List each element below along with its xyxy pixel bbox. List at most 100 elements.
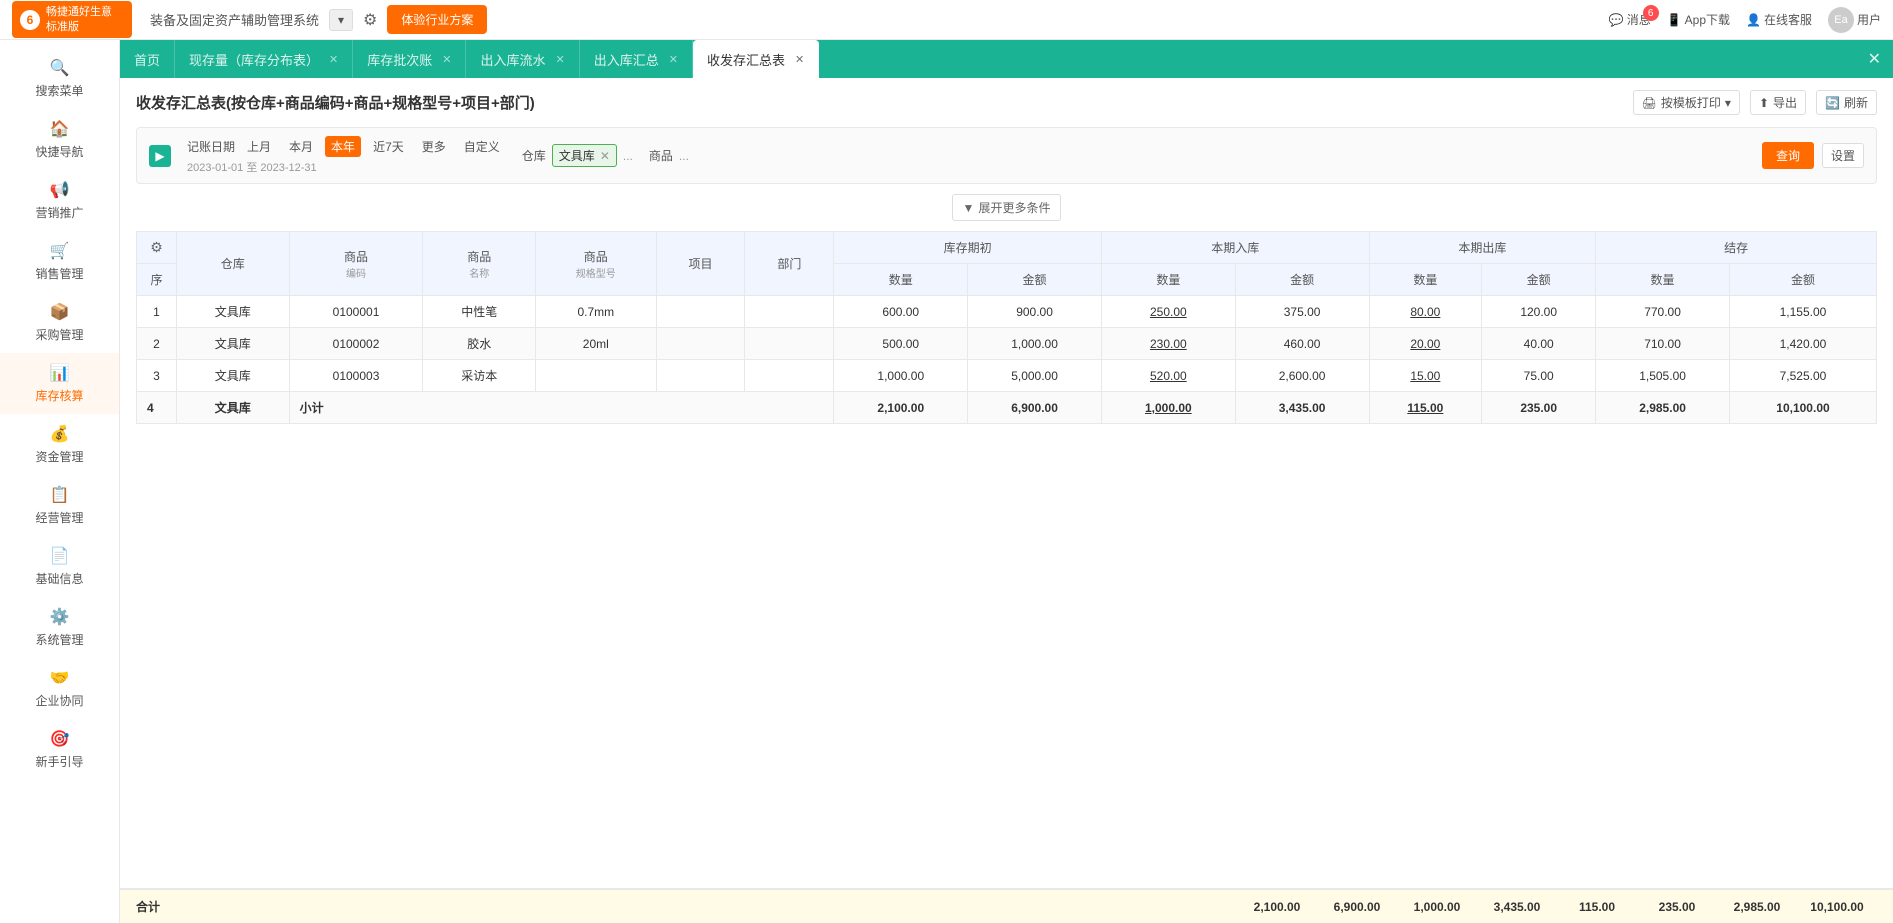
sidebar-item-business[interactable]: 📋 经营管理 bbox=[0, 475, 119, 536]
row1-out-qty[interactable]: 80.00 bbox=[1369, 296, 1482, 328]
sidebar-item-search[interactable]: 🔍 搜索菜单 bbox=[0, 48, 119, 109]
th-in-qty: 数量 bbox=[1101, 264, 1235, 296]
app-wrapper: 6 畅捷通好生意 标准版 装备及固定资产辅助管理系统 ▾ ⚙ 体验行业方案 💬 … bbox=[0, 0, 1893, 923]
row2-out-qty[interactable]: 20.00 bbox=[1369, 328, 1482, 360]
date-filter-label: 记账日期 bbox=[187, 138, 235, 155]
subtotal-out-amt: 235.00 bbox=[1482, 392, 1596, 424]
sidebar-item-newbie[interactable]: 🎯 新手引导 bbox=[0, 719, 119, 780]
total-out-amt: 235.00 bbox=[1637, 900, 1717, 914]
row2-out-amt: 40.00 bbox=[1482, 328, 1596, 360]
refresh-btn[interactable]: 🔄 刷新 bbox=[1816, 90, 1877, 115]
subtotal-out-qty[interactable]: 115.00 bbox=[1369, 392, 1482, 424]
total-opening-amt: 6,900.00 bbox=[1317, 900, 1397, 914]
th-out-amt: 金额 bbox=[1482, 264, 1596, 296]
sidebar: 🔍 搜索菜单 🏠 快捷导航 📢 营销推广 🛒 销售管理 📦 采购管理 📊 bbox=[0, 40, 120, 923]
row3-closing-qty: 1,505.00 bbox=[1596, 360, 1730, 392]
th-spec: 商品规格型号 bbox=[536, 232, 657, 296]
tab-close-summary-in-out[interactable]: ✕ bbox=[669, 53, 678, 66]
filter-settings-btn[interactable]: 设置 bbox=[1822, 143, 1864, 168]
main-area: 🔍 搜索菜单 🏠 快捷导航 📢 营销推广 🛒 销售管理 📦 采购管理 📊 bbox=[0, 40, 1893, 923]
tab-close-recv-send[interactable]: ✕ bbox=[795, 53, 804, 66]
sidebar-item-quick-nav[interactable]: 🏠 快捷导航 bbox=[0, 109, 119, 170]
row2-in-qty[interactable]: 230.00 bbox=[1101, 328, 1235, 360]
sidebar-item-purchase[interactable]: 📦 采购管理 bbox=[0, 292, 119, 353]
date-more-btn[interactable]: 更多 bbox=[416, 136, 452, 157]
tab-close-all-btn[interactable]: ✕ bbox=[1856, 49, 1893, 69]
subtotal-label: 小计 bbox=[289, 392, 834, 424]
print-btn[interactable]: 🖨 按模板打印 ▾ bbox=[1633, 90, 1740, 115]
page-header: 收发存汇总表(按仓库+商品编码+商品+规格型号+项目+部门) 🖨 按模板打印 ▾… bbox=[136, 90, 1877, 115]
sidebar-item-inventory[interactable]: 📊 库存核算 bbox=[0, 353, 119, 414]
user-menu-btn[interactable]: Ea 用户 bbox=[1828, 7, 1881, 33]
export-btn[interactable]: ⬆ 导出 bbox=[1750, 90, 1806, 115]
tab-summary-in-out[interactable]: 出入库汇总 ✕ bbox=[580, 40, 693, 78]
subtotal-in-amt: 3,435.00 bbox=[1235, 392, 1369, 424]
row3-in-qty[interactable]: 520.00 bbox=[1101, 360, 1235, 392]
search-icon: 🔍 bbox=[50, 58, 70, 78]
th-closing: 结存 bbox=[1596, 232, 1877, 264]
page-inner: 收发存汇总表(按仓库+商品编码+商品+规格型号+项目+部门) 🖨 按模板打印 ▾… bbox=[120, 78, 1893, 888]
query-btn[interactable]: 查询 bbox=[1762, 142, 1814, 169]
row2-code: 0100002 bbox=[289, 328, 423, 360]
tab-inventory-dist[interactable]: 现存量（库存分布表） ✕ bbox=[175, 40, 353, 78]
table-settings-icon[interactable]: ⚙ bbox=[150, 239, 163, 255]
row2-project bbox=[656, 328, 745, 360]
system-title: 装备及固定资产辅助管理系统 bbox=[150, 10, 319, 29]
user-avatar: Ea bbox=[1828, 7, 1854, 33]
date-this-year-btn[interactable]: 本年 bbox=[325, 136, 361, 157]
box-icon: 📦 bbox=[50, 302, 70, 322]
system-dropdown-btn[interactable]: ▾ bbox=[329, 9, 353, 31]
total-out-qty: 115.00 bbox=[1557, 900, 1637, 914]
sidebar-item-capital[interactable]: 💰 资金管理 bbox=[0, 414, 119, 475]
sidebar-item-enterprise[interactable]: 🤝 企业协同 bbox=[0, 658, 119, 719]
tab-close-inventory-dist[interactable]: ✕ bbox=[329, 53, 338, 66]
tab-flow[interactable]: 出入库流水 ✕ bbox=[466, 40, 579, 78]
target-icon: 🎯 bbox=[50, 729, 70, 749]
sidebar-item-system[interactable]: ⚙️ 系统管理 bbox=[0, 597, 119, 658]
warehouse-more-btn[interactable]: ... bbox=[623, 149, 633, 163]
row2-name: 胶水 bbox=[423, 328, 536, 360]
tab-batch[interactable]: 库存批次账 ✕ bbox=[353, 40, 466, 78]
subtotal-opening-amt: 6,900.00 bbox=[968, 392, 1102, 424]
expand-conditions-btn[interactable]: ▼ 展开更多条件 bbox=[952, 194, 1062, 221]
row3-warehouse: 文具库 bbox=[177, 360, 290, 392]
tab-home[interactable]: 首页 bbox=[120, 40, 175, 78]
th-opening: 库存期初 bbox=[834, 232, 1102, 264]
tab-close-batch[interactable]: ✕ bbox=[442, 53, 451, 66]
tab-close-flow[interactable]: ✕ bbox=[556, 53, 565, 66]
top-bar: 6 畅捷通好生意 标准版 装备及固定资产辅助管理系统 ▾ ⚙ 体验行业方案 💬 … bbox=[0, 0, 1893, 40]
th-dept: 部门 bbox=[745, 232, 834, 296]
row3-out-qty[interactable]: 15.00 bbox=[1369, 360, 1482, 392]
messages-btn[interactable]: 💬 消息 6 bbox=[1609, 11, 1651, 28]
row2-spec: 20ml bbox=[536, 328, 657, 360]
filter-toggle-btn[interactable]: ▶ bbox=[149, 145, 171, 167]
goods-filter-label: 商品 bbox=[649, 147, 673, 164]
settings-icon[interactable]: ⚙ bbox=[363, 10, 377, 30]
date-custom-btn[interactable]: 自定义 bbox=[458, 136, 506, 157]
warehouse-filter-group: 仓库 文具库 ✕ ... bbox=[522, 144, 633, 167]
row1-dept bbox=[745, 296, 834, 328]
sidebar-item-sales[interactable]: 🛒 销售管理 bbox=[0, 231, 119, 292]
warehouse-tag-close[interactable]: ✕ bbox=[600, 149, 610, 163]
row1-code: 0100001 bbox=[289, 296, 423, 328]
date-this-month-btn[interactable]: 本月 bbox=[283, 136, 319, 157]
filter-right-actions: 查询 设置 bbox=[1762, 142, 1864, 169]
th-num: 序 bbox=[137, 264, 177, 296]
sidebar-item-basic[interactable]: 📄 基础信息 bbox=[0, 536, 119, 597]
sidebar-item-marketing[interactable]: 📢 营销推广 bbox=[0, 170, 119, 231]
goods-more-btn[interactable]: ... bbox=[679, 149, 689, 163]
row1-name: 中性笔 bbox=[423, 296, 536, 328]
tab-recv-send-summary[interactable]: 收发存汇总表 ✕ bbox=[693, 40, 819, 78]
row3-opening-qty: 1,000.00 bbox=[834, 360, 968, 392]
row1-in-qty[interactable]: 250.00 bbox=[1101, 296, 1235, 328]
service-icon: 👤 bbox=[1746, 13, 1761, 27]
online-service-btn[interactable]: 👤 在线客服 bbox=[1746, 11, 1812, 28]
trial-btn[interactable]: 体验行业方案 bbox=[387, 5, 487, 34]
row2-opening-amt: 1,000.00 bbox=[968, 328, 1102, 360]
date-7days-btn[interactable]: 近7天 bbox=[367, 136, 410, 157]
app-download-btn[interactable]: 📱 App下载 bbox=[1667, 11, 1730, 28]
expand-down-icon: ▼ bbox=[963, 201, 975, 215]
date-last-month-btn[interactable]: 上月 bbox=[241, 136, 277, 157]
th-closing-amt: 金额 bbox=[1729, 264, 1876, 296]
subtotal-in-qty[interactable]: 1,000.00 bbox=[1101, 392, 1235, 424]
